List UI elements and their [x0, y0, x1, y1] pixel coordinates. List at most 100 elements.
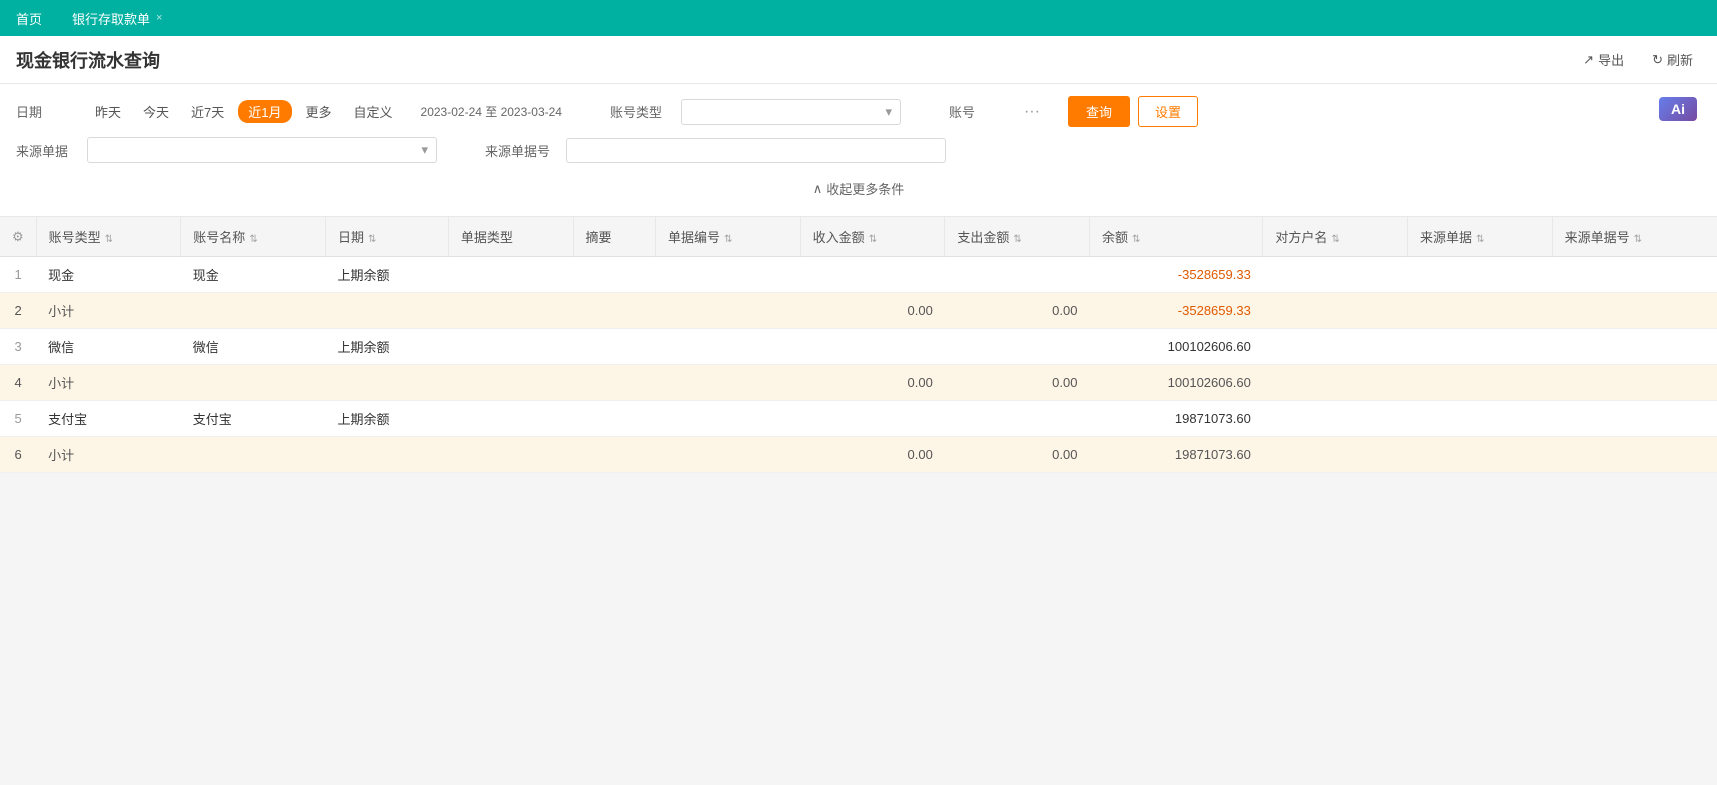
cell-account_type: 支付宝 [36, 401, 181, 437]
cell-source_doc [1407, 437, 1552, 473]
cell-balance: 19871073.60 [1089, 401, 1262, 437]
cell-expense: 0.00 [945, 293, 1090, 329]
cell-counter_party [1263, 437, 1408, 473]
export-button[interactable]: ↗ 导出 [1575, 46, 1632, 73]
cell-date: 上期余额 [325, 257, 448, 293]
cell-doc_type [448, 365, 573, 401]
table-row: 3微信微信上期余额100102606.60 [0, 329, 1717, 365]
date-option-今天[interactable]: 今天 [135, 100, 177, 123]
cell-summary [573, 293, 656, 329]
cell-account_type: 现金 [36, 257, 181, 293]
cell-income: 0.00 [800, 365, 945, 401]
cell-expense [945, 329, 1090, 365]
row-number: 5 [0, 401, 36, 437]
cell-account_type: 微信 [36, 329, 181, 365]
collapse-icon: ∧ [813, 181, 823, 197]
nav-tab-银行存取款单[interactable]: 银行存取款单× [58, 0, 202, 36]
nav-tabs: 收款单×付款单×其他收入单×应收应付调整单×银行存取款单×预收冲应收单×收款核销… [58, 0, 202, 36]
table-container: ⚙账号类型⇅账号名称⇅日期⇅单据类型摘要单据编号⇅收入金额⇅支出金额⇅余额⇅对方… [0, 217, 1717, 473]
cell-counter_party [1263, 293, 1408, 329]
cell-source_doc [1407, 401, 1552, 437]
date-option-更多[interactable]: 更多 [298, 100, 340, 123]
cell-date [325, 365, 448, 401]
settings-button[interactable]: 设置 [1138, 96, 1198, 127]
col-header-date[interactable]: 日期⇅ [325, 217, 448, 257]
date-option-近1月[interactable]: 近1月 [238, 100, 291, 123]
table-row: 4小计0.000.00100102606.60 [0, 365, 1717, 401]
cell-doc_type [448, 401, 573, 437]
cell-account_type: 小计 [36, 293, 181, 329]
sort-icon: ⇅ [368, 234, 376, 245]
cell-balance: 100102606.60 [1089, 365, 1262, 401]
cell-doc_no [656, 329, 801, 365]
cell-doc_type [448, 437, 573, 473]
date-option-近7天[interactable]: 近7天 [183, 100, 232, 123]
col-header-summary: 摘要 [573, 217, 656, 257]
cell-account_name [181, 437, 326, 473]
col-header-account_type[interactable]: 账号类型⇅ [36, 217, 181, 257]
page-title: 现金银行流水查询 [16, 47, 160, 73]
col-header-income[interactable]: 收入金额⇅ [800, 217, 945, 257]
cell-income [800, 401, 945, 437]
cell-doc_no [656, 365, 801, 401]
col-header-balance[interactable]: 余额⇅ [1089, 217, 1262, 257]
cell-source_doc_no [1552, 401, 1717, 437]
refresh-icon: ↻ [1652, 52, 1663, 68]
sort-icon: ⇅ [1476, 234, 1484, 245]
filter-section: 日期 昨天今天近7天近1月更多自定义 2023-02-24 至 2023-03-… [0, 84, 1717, 217]
row-number: 2 [0, 293, 36, 329]
source-doc-label: 来源单据 [16, 141, 71, 160]
cell-counter_party [1263, 401, 1408, 437]
date-option-自定义[interactable]: 自定义 [346, 100, 401, 123]
table-header: ⚙账号类型⇅账号名称⇅日期⇅单据类型摘要单据编号⇅收入金额⇅支出金额⇅余额⇅对方… [0, 217, 1717, 257]
gear-icon: ⚙ [12, 229, 24, 244]
cell-doc_type [448, 293, 573, 329]
row-number: 1 [0, 257, 36, 293]
col-header-doc_no[interactable]: 单据编号⇅ [656, 217, 801, 257]
collapse-bar[interactable]: ∧ 收起更多条件 [16, 173, 1701, 204]
query-button[interactable]: 查询 [1068, 96, 1130, 127]
col-header-expense[interactable]: 支出金额⇅ [945, 217, 1090, 257]
table-body: 1现金现金上期余额-3528659.332小计0.000.00-3528659.… [0, 257, 1717, 473]
cell-date: 上期余额 [325, 329, 448, 365]
cell-balance: -3528659.33 [1089, 257, 1262, 293]
cell-account_type: 小计 [36, 365, 181, 401]
date-option-昨天[interactable]: 昨天 [87, 100, 129, 123]
sort-icon: ⇅ [1132, 234, 1140, 245]
top-navigation: 首页 收款单×付款单×其他收入单×应收应付调整单×银行存取款单×预收冲应收单×收… [0, 0, 1717, 36]
refresh-button[interactable]: ↻ 刷新 [1644, 46, 1701, 73]
collapse-label: 收起更多条件 [826, 179, 904, 198]
cell-account_name: 微信 [181, 329, 326, 365]
date-label: 日期 [16, 102, 71, 121]
table-row: 5支付宝支付宝上期余额19871073.60 [0, 401, 1717, 437]
page-header: 现金银行流水查询 ↗ 导出 ↻ 刷新 [0, 36, 1717, 84]
account-label: 账号 [949, 102, 1004, 121]
account-type-select[interactable]: ▾ [681, 99, 901, 125]
cell-expense [945, 257, 1090, 293]
source-doc-select[interactable]: ▾ [87, 137, 437, 163]
col-settings[interactable]: ⚙ [0, 217, 36, 257]
col-header-source_doc_no[interactable]: 来源单据号⇅ [1552, 217, 1717, 257]
col-header-counter_party[interactable]: 对方户名⇅ [1263, 217, 1408, 257]
cell-source_doc_no [1552, 365, 1717, 401]
cell-doc_no [656, 257, 801, 293]
filter-row-1: 日期 昨天今天近7天近1月更多自定义 2023-02-24 至 2023-03-… [16, 96, 1701, 127]
ai-badge[interactable]: Ai [1659, 97, 1697, 121]
sort-icon: ⇅ [1331, 234, 1339, 245]
close-tab-icon[interactable]: × [156, 12, 162, 24]
col-header-source_doc[interactable]: 来源单据⇅ [1407, 217, 1552, 257]
cell-source_doc_no [1552, 293, 1717, 329]
sort-icon: ⇅ [249, 234, 257, 245]
table-row: 2小计0.000.00-3528659.33 [0, 293, 1717, 329]
filter-row-2: 来源单据 ▾ 来源单据号 [16, 137, 1701, 163]
account-dots[interactable]: ··· [1020, 103, 1044, 121]
sort-icon: ⇅ [1634, 234, 1642, 245]
cell-summary [573, 329, 656, 365]
cell-doc_type [448, 329, 573, 365]
cell-doc_no [656, 401, 801, 437]
col-header-account_name[interactable]: 账号名称⇅ [181, 217, 326, 257]
nav-home[interactable]: 首页 [0, 0, 58, 36]
source-doc-no-input[interactable] [566, 138, 946, 163]
cell-account_name [181, 293, 326, 329]
cell-account_name: 现金 [181, 257, 326, 293]
